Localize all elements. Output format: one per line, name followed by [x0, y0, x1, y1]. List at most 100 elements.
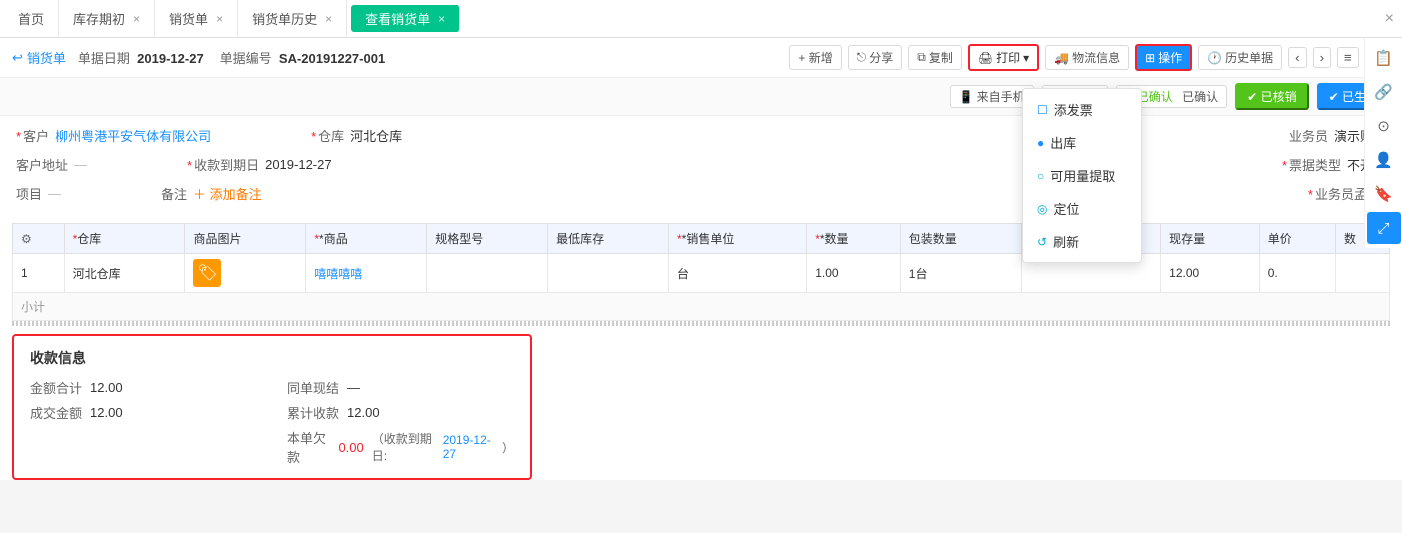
toolbar-actions: + 新增 ⎋ 分享 ⧉ 复制 🖨 打印 ▾ 🚚 物流信息 [789, 44, 1390, 71]
print-dropdown-icon: ▾ [1023, 51, 1029, 65]
col-product: *商品 [306, 224, 427, 254]
doc-type-label: 销货单 [27, 48, 66, 67]
dropdown-add-invoice[interactable]: ☐ 添发票 [1023, 93, 1141, 126]
address-field: 客户地址 — [16, 155, 87, 174]
project-value: — [48, 186, 61, 201]
tab-view-sales-label: 查看销货单 [365, 9, 430, 28]
share-button[interactable]: ⎋ 分享 [848, 45, 903, 70]
due-date-value: 2019-12-27 [265, 157, 332, 172]
tab-sales-close[interactable]: × [216, 12, 223, 26]
tab-sales[interactable]: 销货单 × [155, 0, 238, 38]
gear-icon[interactable]: ⚙ [21, 232, 32, 246]
tab-sales-history-close[interactable]: × [325, 12, 332, 26]
total-label: 金额合计 [30, 378, 82, 397]
number-value: SA-20191227-001 [279, 51, 385, 66]
row-seq: 1 [13, 254, 65, 293]
history-button[interactable]: 🕐 历史单据 [1198, 45, 1282, 70]
col-gear[interactable]: ⚙ [13, 224, 65, 254]
sidebar-icon-0[interactable]: 📋 [1367, 42, 1401, 74]
col-pkg-qty: 包装数量 [900, 224, 1021, 254]
sidebar-icon-3[interactable]: 👤 [1367, 144, 1401, 176]
sales-staff-label: 业务员孟 [1308, 184, 1367, 203]
payment-grid: 金额合计 12.00 同单现结 — 成交金额 12.00 累计收款 12.00 [30, 378, 514, 466]
operations-button[interactable]: ⊞ 操作 [1135, 44, 1192, 71]
col-unit-price: 单价 [1259, 224, 1335, 254]
note-field: 备注 ＋ 添加备注 [161, 184, 262, 203]
tab-inventory-label: 库存期初 [73, 9, 125, 28]
add-invoice-icon: ☐ [1037, 103, 1048, 117]
add-button[interactable]: + 新增 [789, 45, 841, 70]
next-button[interactable]: › [1313, 47, 1331, 68]
col-sales-unit: *销售单位 [668, 224, 806, 254]
tab-view-sales-close[interactable]: × [438, 12, 445, 26]
row-more [1335, 254, 1389, 293]
subtotal-row: 小计 [13, 293, 1390, 321]
payment-title: 收款信息 [30, 348, 514, 368]
table-row: 1 河北仓库 🏷 嘻嘻嘻嘻 台 1.00 1台 [13, 254, 1390, 293]
payment-blank [30, 428, 257, 466]
warehouse-value: 河北仓库 [350, 126, 402, 145]
col-current-stock: 现存量 [1161, 224, 1260, 254]
dropdown-refresh[interactable]: ↺ 刷新 [1023, 225, 1141, 258]
col-quantity: *数量 [807, 224, 901, 254]
scroll-indicator[interactable] [12, 321, 1390, 326]
sidebar-icon-5[interactable]: ⤢ [1367, 212, 1401, 244]
payment-section: 收款信息 金额合计 12.00 同单现结 — 成交金额 12.00 累计收款 1… [12, 334, 532, 480]
add-invoice-label: 添发票 [1054, 100, 1093, 119]
row-product[interactable]: 嘻嘻嘻嘻 [306, 254, 427, 293]
print-icon: 🖨 [978, 51, 993, 65]
logistics-button[interactable]: 🚚 物流信息 [1045, 45, 1129, 70]
customer-label: 客户 [16, 126, 49, 145]
voided-button[interactable]: ✔ 已核销 [1235, 83, 1308, 110]
operations-icon: ⊞ [1145, 51, 1155, 65]
sidebar-icon-1[interactable]: 🔗 [1367, 76, 1401, 108]
outstanding-paren: ） [502, 439, 514, 456]
ticket-type-label: 票据类型 [1282, 155, 1341, 174]
date-value: 2019-12-27 [137, 51, 204, 66]
tab-view-sales[interactable]: 查看销货单 × [351, 5, 460, 32]
staff-label: 业务员 [1289, 126, 1328, 145]
doc-meta: 单据日期 2019-12-27 单据编号 SA-20191227-001 [78, 48, 385, 67]
dropdown-available-qty[interactable]: ○ 可用量提取 [1023, 159, 1141, 192]
locate-label: 定位 [1053, 199, 1079, 218]
tab-sales-label: 销货单 [169, 9, 208, 28]
outstanding-extra: （收款到期日: [372, 430, 435, 464]
warehouse-label: 仓库 [311, 126, 344, 145]
due-date-field: 收款到期日 2019-12-27 [187, 155, 332, 174]
form-row-2: 客户地址 — 收款到期日 2019-12-27 票据类型 不开票 [16, 155, 1386, 174]
window-close-button[interactable]: × [1385, 10, 1394, 28]
row-warehouse: 河北仓库 [64, 254, 185, 293]
col-spec: 规格型号 [427, 224, 548, 254]
payment-deal-amount: 成交金额 12.00 [30, 403, 257, 422]
view1-button[interactable]: ≡ [1337, 47, 1359, 68]
row-min-stock [548, 254, 669, 293]
tab-inventory[interactable]: 库存期初 × [59, 0, 155, 38]
tab-inventory-close[interactable]: × [133, 12, 140, 26]
doc-form: 客户 柳州粤港平安气体有限公司 仓库 河北仓库 业务员 演示账号 客户地址 — [0, 116, 1402, 223]
print-button[interactable]: 🖨 打印 ▾ [968, 44, 1039, 71]
dropdown-locate[interactable]: ◎ 定位 [1023, 192, 1141, 225]
tab-sales-history[interactable]: 销货单历史 × [238, 0, 347, 38]
tab-home[interactable]: 首页 [8, 0, 59, 38]
copy-button[interactable]: ⧉ 复制 [908, 45, 962, 70]
outstanding-date: 2019-12-27 [443, 433, 494, 461]
same-settle-value: — [347, 380, 360, 395]
sidebar-icon-2[interactable]: ⊙ [1367, 110, 1401, 142]
address-value: — [74, 157, 87, 172]
warehouse-field: 仓库 河北仓库 [311, 126, 402, 145]
voided-icon: ✔ [1247, 90, 1257, 104]
prev-button[interactable]: ‹ [1288, 47, 1306, 68]
col-min-stock: 最低库存 [548, 224, 669, 254]
customer-value[interactable]: 柳州粤港平安气体有限公司 [55, 126, 211, 145]
doc-toolbar2: 📱 来自手机 未开票 已确认 已确认 ✔ 已核销 ✔ 已生效 [0, 78, 1402, 116]
date-label: 单据日期 2019-12-27 [78, 48, 204, 67]
number-label: 单据编号 SA-20191227-001 [220, 48, 386, 67]
note-add[interactable]: ＋ 添加备注 [193, 184, 262, 203]
operations-dropdown: ☐ 添发票 ● 出库 ○ 可用量提取 ◎ 定位 ↺ 刷新 [1022, 88, 1142, 263]
col-product-img: 商品图片 [185, 224, 306, 254]
sidebar-icon-4[interactable]: 🔖 [1367, 178, 1401, 210]
dropdown-outbound[interactable]: ● 出库 [1023, 126, 1141, 159]
payment-cumulative: 累计收款 12.00 [287, 403, 514, 422]
payment-outstanding: 本单欠款 0.00 （收款到期日: 2019-12-27 ） [287, 428, 514, 466]
row-product-img: 🏷 [185, 254, 306, 293]
